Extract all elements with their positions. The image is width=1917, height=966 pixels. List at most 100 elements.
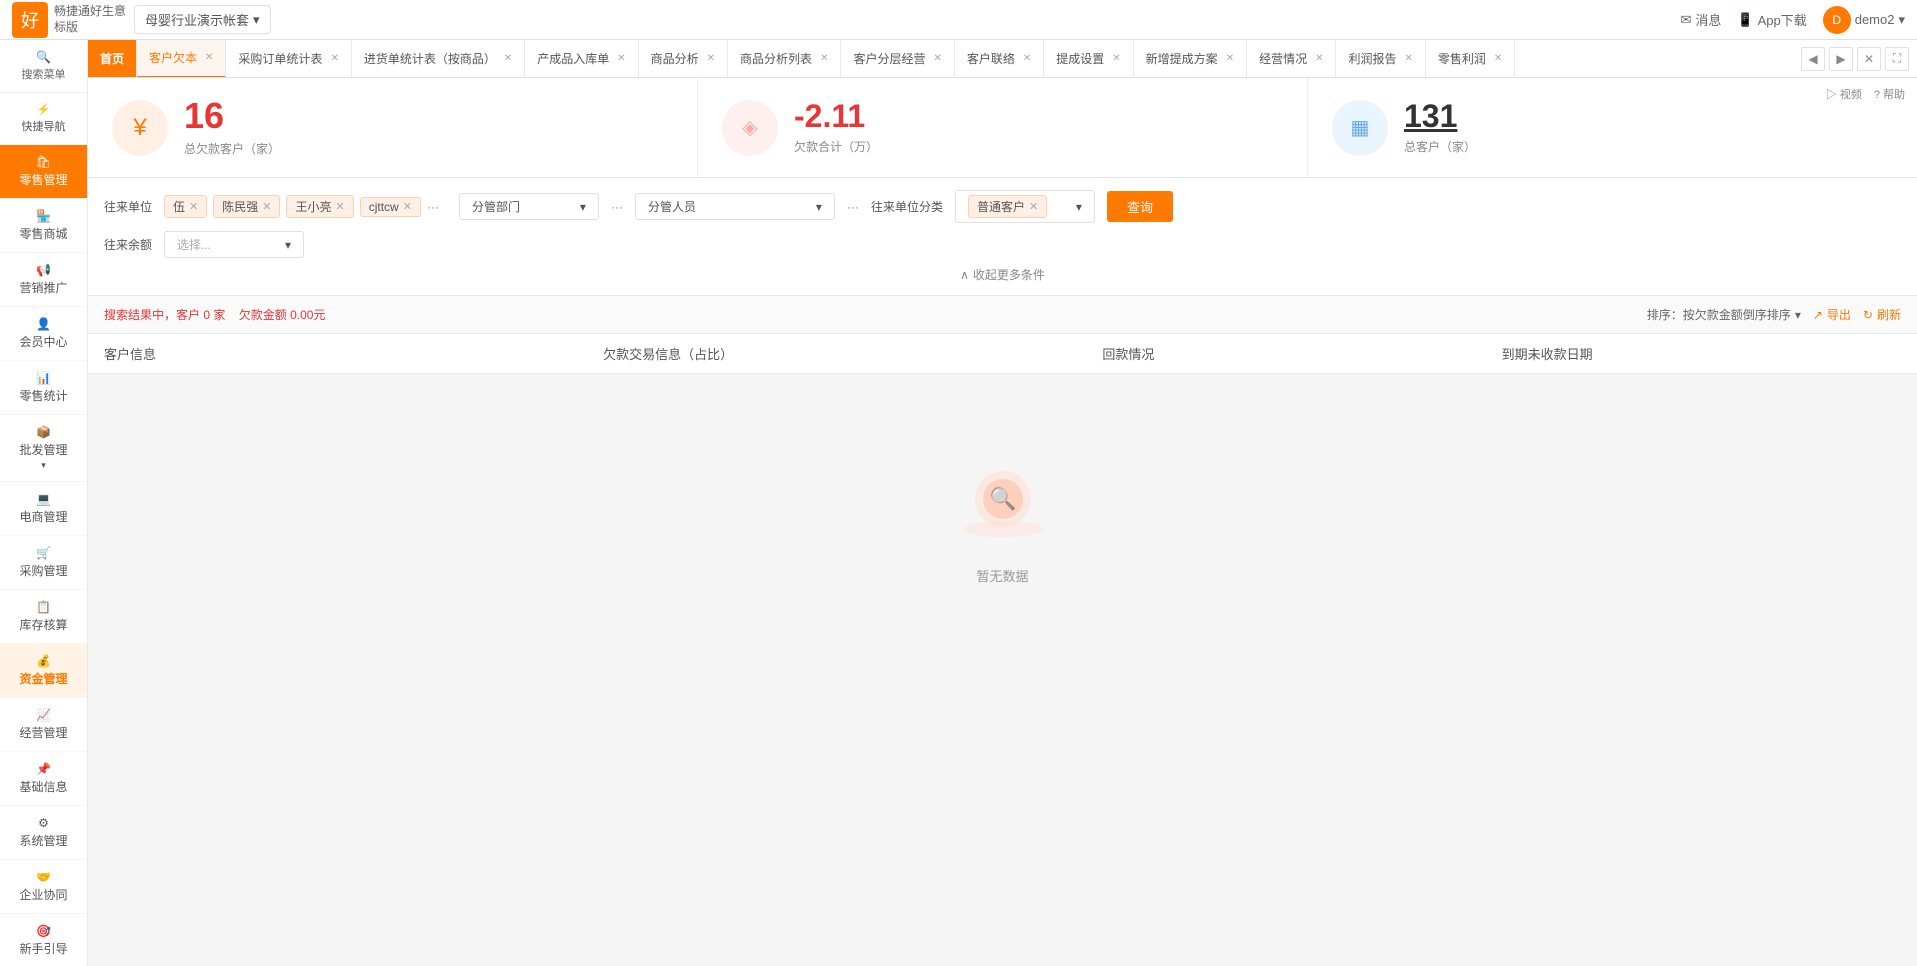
wholesale-icon: 📦: [36, 425, 51, 439]
empty-icon: 🔍: [953, 454, 1053, 554]
sidebar-item-nav[interactable]: ⚡ 快捷导航: [0, 93, 87, 145]
sidebar-item-marketing[interactable]: 📢 营销推广: [0, 253, 87, 307]
phone-icon: 📱: [1737, 12, 1753, 28]
filter-class-select[interactable]: 普通客户 ✕ ▾: [955, 190, 1095, 223]
tab-new-commission[interactable]: 新增提成方案 ✕: [1134, 40, 1247, 78]
stat-label-total: 总客户（家）: [1404, 138, 1476, 155]
sidebar-item-operation[interactable]: 📈 经营管理: [0, 698, 87, 752]
refresh-btn[interactable]: ↻ 刷新: [1863, 306, 1901, 323]
remove-tag-cjttcw[interactable]: ✕: [403, 200, 412, 213]
sidebar-item-wholesale[interactable]: 📦 批发管理 ▾: [0, 415, 87, 482]
tab-product[interactable]: 产成品入库单 ✕: [525, 40, 638, 78]
remove-tag-normal[interactable]: ✕: [1029, 200, 1038, 213]
tab-home[interactable]: 首页: [88, 40, 137, 78]
tab-close-analysis-list[interactable]: ✕: [820, 53, 828, 64]
tab-close-purchase[interactable]: ✕: [330, 53, 338, 64]
sort-select[interactable]: 排序：按欠款金额倒序排序 ▾: [1647, 306, 1801, 323]
tab-customer-contact[interactable]: 客户联络 ✕: [955, 40, 1044, 78]
filter-tags-class: 普通客户 ✕: [968, 195, 1047, 218]
remove-tag-chen[interactable]: ✕: [262, 200, 271, 213]
sidebar-item-system[interactable]: ⚙ 系统管理: [0, 806, 87, 860]
tab-close-profit[interactable]: ✕: [1405, 53, 1413, 64]
tab-retail-profit[interactable]: 零售利润 ✕: [1426, 40, 1515, 78]
tab-close-inbound[interactable]: ✕: [504, 53, 512, 64]
message-btn[interactable]: ✉ 消息: [1680, 10, 1721, 29]
filter-label-balance: 往来余额: [104, 236, 152, 253]
tab-close-product[interactable]: ✕: [617, 53, 625, 64]
sidebar-item-retail[interactable]: 🛍 零售管理: [0, 145, 87, 199]
topbar-right: ✉ 消息 📱 App下载 D demo2 ▾: [1680, 6, 1905, 34]
tab-analysis[interactable]: 商品分析 ✕: [639, 40, 728, 78]
result-actions: 排序：按欠款金额倒序排序 ▾ ↗ 导出 ↻ 刷新: [1647, 306, 1901, 323]
stat-number-total: 131: [1404, 100, 1476, 132]
sidebar-item-mall[interactable]: 🏪 零售商城: [0, 199, 87, 253]
filter-row-1: 往来单位 伍 ✕ 陈民强 ✕ 王小亮: [104, 190, 1901, 223]
basic-icon: 📌: [36, 762, 51, 776]
stats-row: ¥ 16 总欠款客户（家） ◈ -2.11 欠款合计（万）: [88, 78, 1917, 178]
tab-analysis-list[interactable]: 商品分析列表 ✕: [728, 40, 841, 78]
main-wrapper: 🔍 搜索菜单 ⚡ 快捷导航 🛍 零售管理 🏪 零售商城 📢 营销推广 👤: [0, 40, 1917, 966]
user-menu[interactable]: D demo2 ▾: [1823, 6, 1905, 34]
help-link[interactable]: ? 帮助: [1874, 86, 1905, 102]
sidebar-item-inventory[interactable]: 📋 库存核算: [0, 590, 87, 644]
tab-next-btn[interactable]: ▶: [1829, 47, 1853, 71]
tab-close-new-commission[interactable]: ✕: [1226, 53, 1234, 64]
tab-operation[interactable]: 经营情况 ✕: [1247, 40, 1336, 78]
sidebar-item-collab[interactable]: 🤝 企业协同: [0, 860, 87, 914]
retail-icon: 🛍: [36, 155, 51, 169]
tab-customer-layer[interactable]: 客户分层经营 ✕: [841, 40, 954, 78]
search-icon: 🔍: [36, 50, 51, 64]
system-icon: ⚙: [38, 816, 49, 830]
video-link[interactable]: ▷ 视频: [1826, 86, 1862, 102]
remove-tag-wang[interactable]: ✕: [336, 200, 345, 213]
tab-close-debt[interactable]: ✕: [205, 52, 213, 63]
chevron-down-icon: ▾: [41, 460, 46, 471]
tab-inbound[interactable]: 进货单统计表（按商品） ✕: [352, 40, 525, 78]
filter-more-person[interactable]: ···: [847, 200, 859, 214]
tab-close-customer-contact[interactable]: ✕: [1023, 53, 1031, 64]
tab-close-retail-profit[interactable]: ✕: [1494, 53, 1502, 64]
export-icon: ↗: [1813, 308, 1823, 322]
filter-tag-normal: 普通客户 ✕: [968, 195, 1047, 218]
remove-tag-wu[interactable]: ✕: [189, 200, 198, 213]
sidebar-search[interactable]: 🔍 搜索菜单: [0, 40, 87, 93]
sidebar-item-finance[interactable]: 💰 资金管理: [0, 644, 87, 698]
filter-balance-select[interactable]: 选择... ▾: [164, 231, 304, 258]
tab-close-analysis[interactable]: ✕: [707, 53, 715, 64]
tab-close-operation[interactable]: ✕: [1315, 53, 1323, 64]
tab-commission[interactable]: 提成设置 ✕: [1044, 40, 1133, 78]
app-download-btn[interactable]: 📱 App下载: [1737, 10, 1806, 29]
sidebar-item-ecommerce[interactable]: 💻 电商管理: [0, 482, 87, 536]
tab-close-all-btn[interactable]: ✕: [1857, 47, 1881, 71]
avatar: D: [1823, 6, 1851, 34]
filter-dept-select[interactable]: 分管部门 ▾: [459, 193, 599, 220]
sidebar-item-purchase[interactable]: 🛒 采购管理: [0, 536, 87, 590]
filter-person-select[interactable]: 分管人员 ▾: [635, 193, 835, 220]
stat-icon-total: ▦: [1332, 100, 1388, 156]
sidebar-item-retail-stat[interactable]: 📊 零售统计: [0, 361, 87, 415]
filter-more-btn[interactable]: ···: [427, 200, 439, 214]
tab-close-customer-layer[interactable]: ✕: [933, 53, 941, 64]
chevron-down-icon: ▾: [1795, 308, 1801, 322]
tabbar-controls: ◀ ▶ ✕ ⛶: [1793, 47, 1917, 71]
export-btn[interactable]: ↗ 导出: [1813, 306, 1851, 323]
guide-icon: 🎯: [36, 924, 51, 938]
logo-icon: 好: [12, 2, 48, 38]
stat-card-customers: ¥ 16 总欠款客户（家）: [88, 78, 698, 177]
sidebar-item-guide[interactable]: 🎯 新手引导: [0, 914, 87, 966]
account-selector[interactable]: 母婴行业演示帐套 ▾: [134, 5, 271, 34]
ecommerce-icon: 💻: [36, 492, 51, 506]
sidebar-item-basic[interactable]: 📌 基础信息: [0, 752, 87, 806]
tab-purchase[interactable]: 采购订单统计表 ✕: [226, 40, 351, 78]
tab-prev-btn[interactable]: ◀: [1801, 47, 1825, 71]
tab-close-commission[interactable]: ✕: [1112, 53, 1120, 64]
query-button[interactable]: 查询: [1107, 191, 1173, 222]
empty-text: 暂无数据: [976, 566, 1028, 585]
tab-profit[interactable]: 利润报告 ✕: [1336, 40, 1425, 78]
filter-more-dept[interactable]: ···: [611, 200, 623, 214]
tab-fullscreen-btn[interactable]: ⛶: [1885, 47, 1909, 71]
sidebar-item-member[interactable]: 👤 会员中心: [0, 307, 87, 361]
chevron-up-icon: ∧: [960, 268, 969, 282]
collapse-btn[interactable]: ∧ 收起更多条件: [104, 266, 1901, 283]
tab-debt[interactable]: 客户欠本 ✕: [137, 40, 226, 78]
